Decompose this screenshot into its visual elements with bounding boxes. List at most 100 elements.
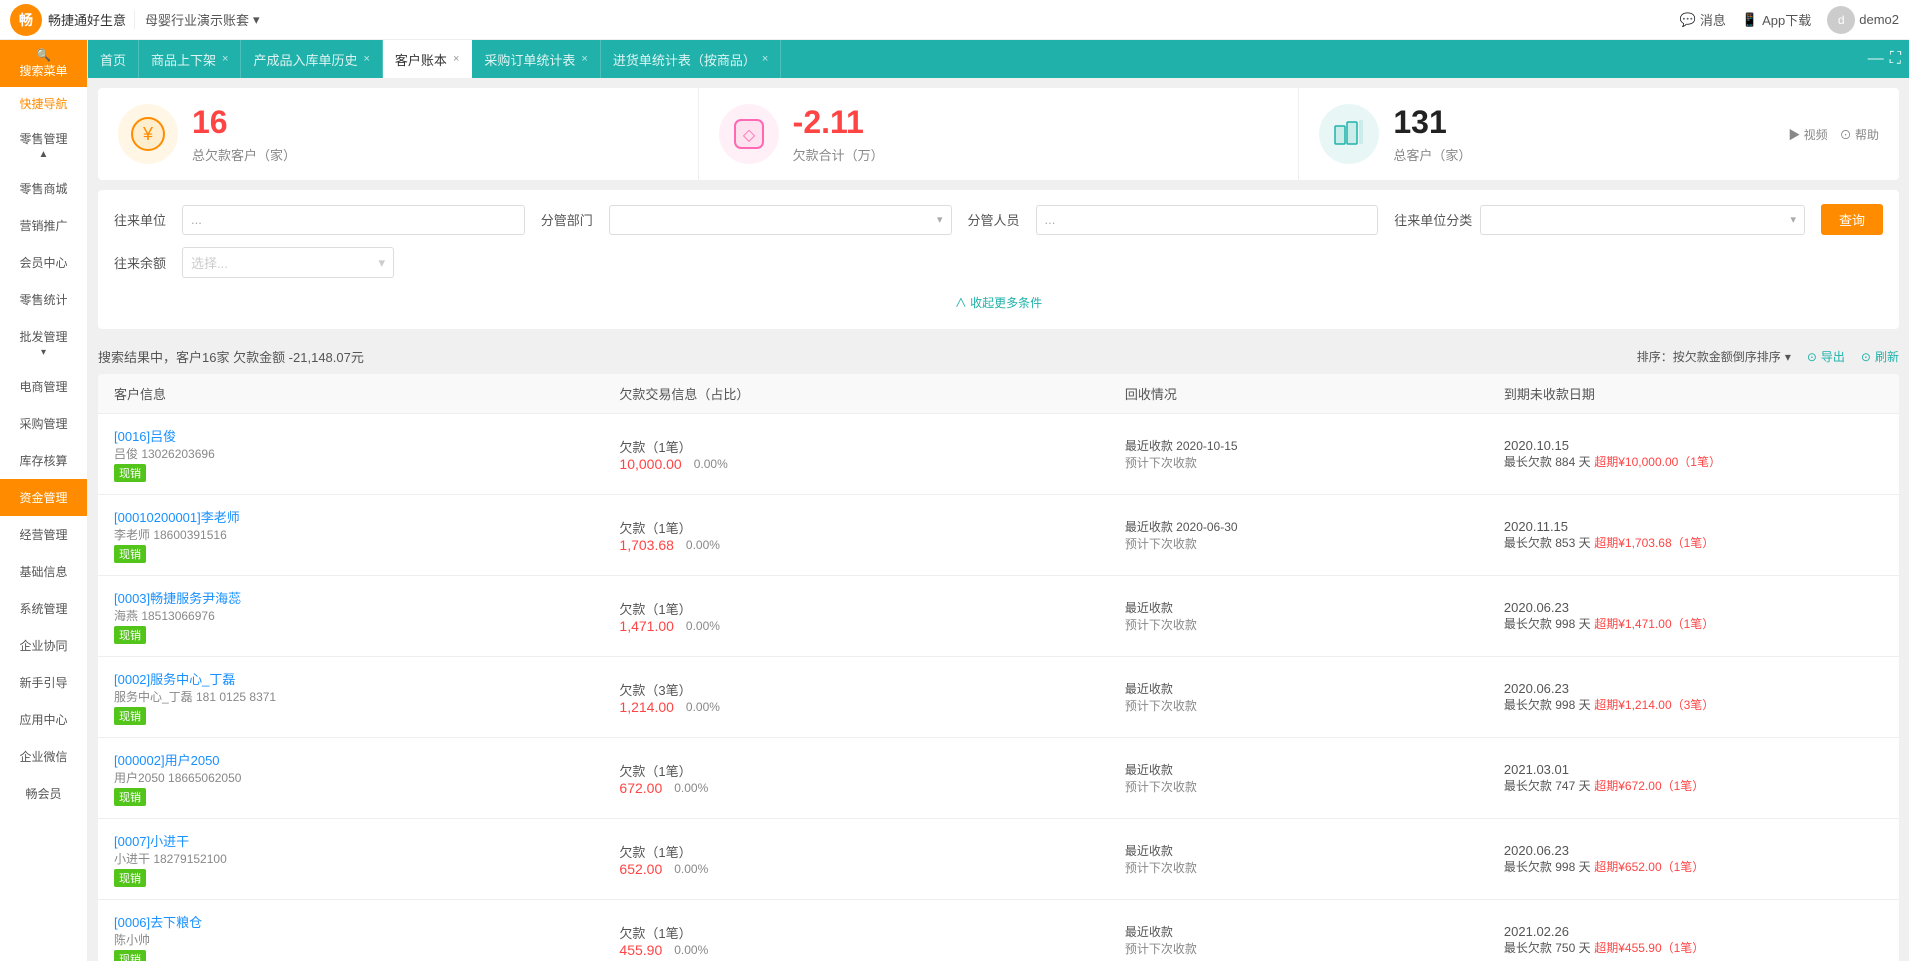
filter-dept: 分管部门 ▾ xyxy=(541,205,952,235)
debt-amount: 455.90 xyxy=(619,942,662,958)
customer-phone: 小进干 18279152100 xyxy=(114,850,619,867)
logo-area: 畅 畅捷通好生意 xyxy=(10,4,126,36)
sidebar-item-operation[interactable]: 经营管理 xyxy=(0,516,87,553)
customer-name-link[interactable]: [00010200001]李老师 xyxy=(114,507,619,526)
sidebar-search[interactable]: 🔍 搜索菜单 xyxy=(0,40,87,87)
message-button[interactable]: 💬 消息 xyxy=(1680,10,1726,29)
sidebar-item-vip[interactable]: 畅会员 xyxy=(0,775,87,812)
sidebar-item-retail-manage[interactable]: 零售管理 ▲ xyxy=(0,120,87,170)
sidebar-item-marketing[interactable]: 营销推广 xyxy=(0,207,87,244)
page-content: ¥ 16 总欠款客户（家） ◇ xyxy=(88,78,1909,961)
sidebar-item-system[interactable]: 系统管理 xyxy=(0,590,87,627)
sidebar-item-retail-stats[interactable]: 零售统计 xyxy=(0,281,87,318)
due-info: 2020.10.15 最长欠款 884 天 超期¥10,000.00（1笔） xyxy=(1504,438,1883,470)
sort-selector[interactable]: 排序：按欠款金额倒序排序 ▾ xyxy=(1637,348,1791,365)
tab-close-production-history[interactable]: × xyxy=(363,53,369,65)
from-unit-input[interactable]: ... xyxy=(182,205,525,235)
stat-info-customers: 16 总欠款客户（家） xyxy=(192,104,296,164)
video-btn[interactable]: ▶ 视频 xyxy=(1788,126,1827,143)
balance-select[interactable]: 选择... ▾ xyxy=(182,247,394,278)
sidebar-item-enterprise[interactable]: 企业协同 xyxy=(0,627,87,664)
debt-amount-row: 1,471.00 0.00% xyxy=(619,618,1124,634)
tab-purchase-stats[interactable]: 采购订单统计表 × xyxy=(472,40,600,78)
sidebar-item-capital[interactable]: 资金管理 xyxy=(0,479,87,516)
sidebar-item-inventory[interactable]: 库存核算 xyxy=(0,442,87,479)
sidebar-item-purchase[interactable]: 采购管理 xyxy=(0,405,87,442)
tab-customer-account[interactable]: 客户账本 × xyxy=(383,40,472,78)
overdue-text[interactable]: 超期¥1,703.68（1笔） xyxy=(1594,536,1714,550)
dept-select[interactable]: ▾ xyxy=(609,205,952,235)
debt-amount-row: 455.90 0.00% xyxy=(619,942,1124,958)
tab-close-product-offline[interactable]: × xyxy=(222,53,228,65)
customer-tag: 现销 xyxy=(114,626,146,644)
svg-text:◇: ◇ xyxy=(743,127,756,144)
sidebar-quick-label: 快捷导航 xyxy=(4,95,83,112)
tab-close-purchase-stats[interactable]: × xyxy=(581,53,587,65)
stat-info-debt: -2.11 欠款合计（万） xyxy=(793,104,884,164)
sidebar-quick-nav[interactable]: 快捷导航 xyxy=(0,87,87,120)
debt-count: 欠款（3笔） xyxy=(619,680,691,699)
next-collect: 预计下次收款 xyxy=(1125,778,1504,795)
customer-name-link[interactable]: [0007]小进干 xyxy=(114,831,619,850)
tab-home[interactable]: 首页 xyxy=(88,40,139,78)
store-selector[interactable]: 母婴行业演示账套 ▾ xyxy=(134,10,260,29)
unit-type-label: 往来单位分类 xyxy=(1394,210,1472,229)
customer-tag: 现销 xyxy=(114,545,146,563)
top-bar-left: 畅 畅捷通好生意 母婴行业演示账套 ▾ xyxy=(10,4,260,36)
search-button[interactable]: 查询 xyxy=(1821,204,1883,235)
user-menu[interactable]: d demo2 xyxy=(1827,6,1899,34)
customer-name-link[interactable]: [0002]服务中心_丁磊 xyxy=(114,669,619,688)
sidebar-search-label: 搜索菜单 xyxy=(4,62,83,79)
customer-info: [0002]服务中心_丁磊 服务中心_丁磊 181 0125 8371 现销 xyxy=(114,669,619,725)
return-info: 最近收款 预计下次收款 xyxy=(1125,923,1504,957)
tab-close-customer-account[interactable]: × xyxy=(453,53,459,65)
tab-maximize-button[interactable]: ⛶ xyxy=(1890,50,1901,68)
sidebar-member-label: 会员中心 xyxy=(19,254,67,271)
export-button[interactable]: ⊙ 导出 xyxy=(1807,348,1845,365)
app-download-button[interactable]: 📱 App下载 xyxy=(1742,10,1811,29)
debt-count: 欠款（1笔） xyxy=(619,599,691,618)
sidebar-item-member[interactable]: 会员中心 xyxy=(0,244,87,281)
unit-type-select[interactable]: ▾ xyxy=(1480,205,1805,235)
sidebar-item-wechat[interactable]: 企业微信 xyxy=(0,738,87,775)
overdue-text[interactable]: 超期¥1,214.00（3笔） xyxy=(1594,698,1714,712)
customer-name-link[interactable]: [0016]吕俊 xyxy=(114,426,619,445)
content-area: 首页 商品上下架 × 产成品入库单历史 × 客户账本 × 采购订单统计表 × xyxy=(88,40,1909,961)
tab-import-stats[interactable]: 进货单统计表（按商品） × xyxy=(601,40,781,78)
sidebar-item-batch-manage[interactable]: 批发管理 ▾ xyxy=(0,318,87,368)
customer-name-link[interactable]: [0003]畅捷服务尹海蕊 xyxy=(114,588,619,607)
tab-close-import-stats[interactable]: × xyxy=(762,53,768,65)
debt-info: 欠款（1笔） 652.00 0.00% xyxy=(619,842,1124,877)
sidebar-item-newbie[interactable]: 新手引导 xyxy=(0,664,87,701)
overdue-text[interactable]: 超期¥672.00（1笔） xyxy=(1594,779,1704,793)
overdue-text[interactable]: 超期¥455.90（1笔） xyxy=(1594,941,1704,955)
debt-info: 欠款（1笔） 10,000.00 0.00% xyxy=(619,437,1124,472)
customer-phone: 陈小帅 xyxy=(114,931,619,948)
collapse-filter-bar[interactable]: ∧ 收起更多条件 xyxy=(114,290,1883,315)
overdue-text[interactable]: 超期¥1,471.00（1笔） xyxy=(1594,617,1714,631)
due-info: 2021.03.01 最长欠款 747 天 超期¥672.00（1笔） xyxy=(1504,762,1883,794)
sidebar-item-ecommerce[interactable]: 电商管理 xyxy=(0,368,87,405)
sidebar-item-retail-store[interactable]: 零售商城 xyxy=(0,170,87,207)
export-icon: ⊙ xyxy=(1807,350,1817,364)
tab-production-history[interactable]: 产成品入库单历史 × xyxy=(241,40,382,78)
sidebar-item-app-center[interactable]: 应用中心 xyxy=(0,701,87,738)
customer-name-link[interactable]: [000002]用户2050 xyxy=(114,750,619,769)
sidebar-item-basic[interactable]: 基础信息 xyxy=(0,553,87,590)
tab-minimize-button[interactable]: — xyxy=(1868,50,1884,68)
debt-info: 欠款（3笔） 1,214.00 0.00% xyxy=(619,680,1124,715)
stat-label-debt: 欠款合计（万） xyxy=(793,145,884,164)
overdue-text[interactable]: 超期¥10,000.00（1笔） xyxy=(1594,455,1721,469)
help-btn[interactable]: ⊙ 帮助 xyxy=(1840,126,1879,143)
person-input[interactable]: ... xyxy=(1036,205,1379,235)
filter-row-1: 往来单位 ... 分管部门 ▾ xyxy=(114,204,1883,235)
customer-info: [0003]畅捷服务尹海蕊 海燕 18513066976 现销 xyxy=(114,588,619,644)
due-date: 2020.10.15 xyxy=(1504,438,1883,453)
debt-info: 欠款（1笔） 672.00 0.00% xyxy=(619,761,1124,796)
debt-amount-row: 652.00 0.00% xyxy=(619,861,1124,877)
tab-product-offline[interactable]: 商品上下架 × xyxy=(139,40,241,78)
customer-name-link[interactable]: [0006]去下粮仓 xyxy=(114,912,619,931)
debt-detail: 欠款（1笔） xyxy=(619,761,1124,780)
refresh-button[interactable]: ⊙ 刷新 xyxy=(1861,348,1899,365)
overdue-text[interactable]: 超期¥652.00（1笔） xyxy=(1594,860,1704,874)
